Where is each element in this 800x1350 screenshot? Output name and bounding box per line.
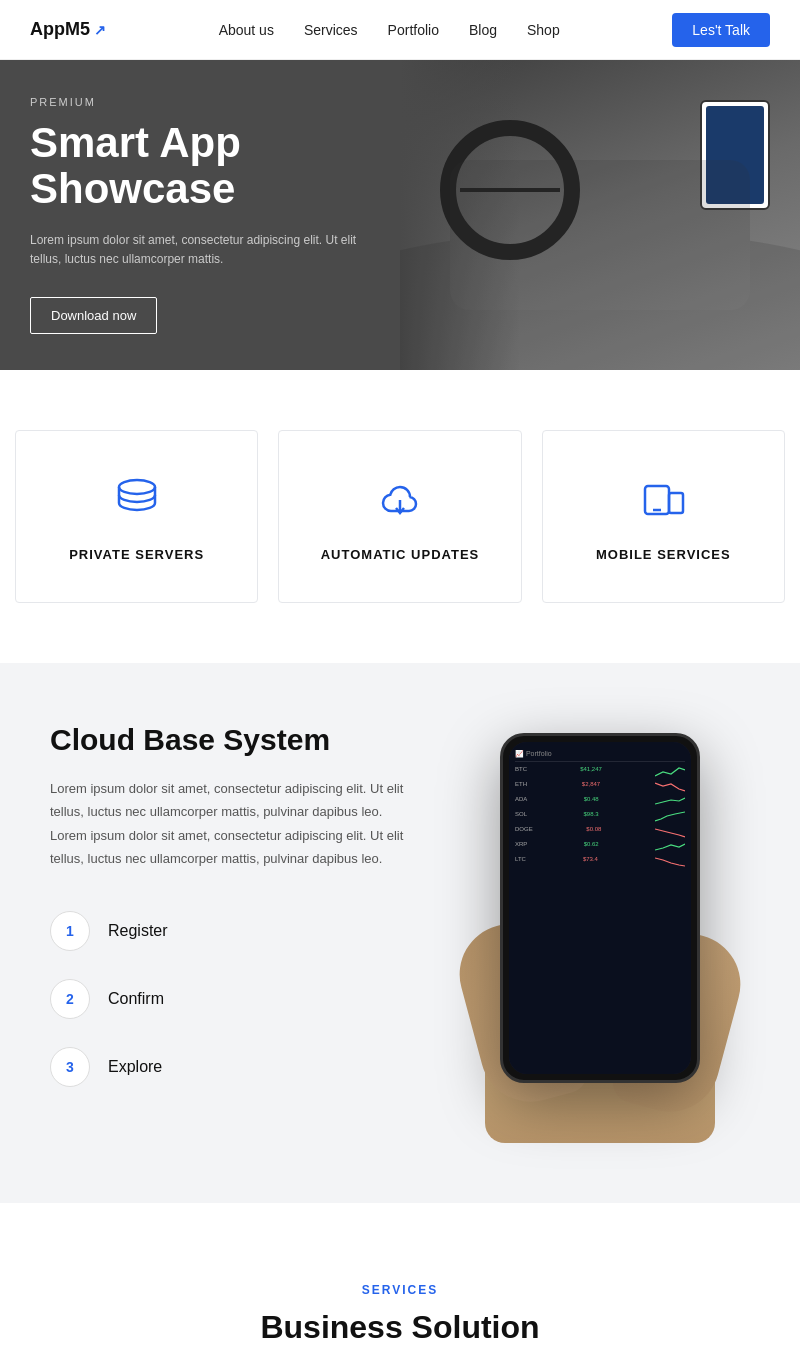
feature-card-mobile-services: MOBILE SERVICES (542, 430, 785, 603)
logo-text: AppM5 (30, 19, 90, 40)
services-title: Business Solution (30, 1309, 770, 1346)
cloud-download-icon (372, 471, 428, 527)
svg-rect-1 (450, 160, 750, 310)
step-2-label: Confirm (108, 990, 164, 1008)
step-2-number: 2 (50, 979, 90, 1019)
feature-card-private-servers: PRIVATE SERVERS (15, 430, 258, 603)
cloud-base-section: Cloud Base System Lorem ipsum dolor sit … (0, 663, 800, 1203)
feature-card-automatic-updates: AUTOMATIC UPDATES (278, 430, 521, 603)
nav-blog[interactable]: Blog (469, 22, 497, 38)
step-3-number: 3 (50, 1047, 90, 1087)
nav-portfolio[interactable]: Portfolio (388, 22, 439, 38)
hero-bg-svg (400, 60, 800, 370)
step-2: 2 Confirm (50, 979, 410, 1019)
nav-shop[interactable]: Shop (527, 22, 560, 38)
nav-cta-button[interactable]: Les't Talk (672, 13, 770, 47)
navbar: AppM5 ↗ About us Services Portfolio Blog… (0, 0, 800, 60)
nav-services[interactable]: Services (304, 22, 358, 38)
svg-point-2 (119, 480, 155, 494)
svg-rect-5 (669, 493, 683, 513)
hero-premium-label: PREMIUM (30, 96, 370, 108)
step-3-label: Explore (108, 1058, 162, 1076)
logo-arrow-icon: ↗ (94, 22, 106, 38)
step-1: 1 Register (50, 911, 410, 951)
hero-title: Smart App Showcase (30, 120, 370, 212)
services-section: SERVICES Business Solution Qualitative R… (0, 1223, 800, 1350)
cloud-description: Lorem ipsum dolor sit amet, consectetur … (50, 777, 410, 871)
step-1-label: Register (108, 922, 168, 940)
cloud-left-content: Cloud Base System Lorem ipsum dolor sit … (50, 723, 410, 1115)
feature-private-servers-label: PRIVATE SERVERS (69, 547, 204, 562)
step-1-number: 1 (50, 911, 90, 951)
database-icon (109, 471, 165, 527)
feature-automatic-updates-label: AUTOMATIC UPDATES (321, 547, 480, 562)
devices-icon (635, 471, 691, 527)
cloud-phone-image: 📈 Portfolio BTC $41,247 ETH $2,847 (450, 723, 750, 1143)
cloud-title: Cloud Base System (50, 723, 410, 757)
nav-about[interactable]: About us (219, 22, 274, 38)
features-section: PRIVATE SERVERS AUTOMATIC UPDATES MOBILE… (0, 390, 800, 643)
hero-description: Lorem ipsum dolor sit amet, consectetur … (30, 231, 370, 269)
hero-section: PREMIUM Smart App Showcase Lorem ipsum d… (0, 60, 800, 370)
hero-content: PREMIUM Smart App Showcase Lorem ipsum d… (0, 60, 400, 370)
hero-image (400, 60, 800, 370)
step-3: 3 Explore (50, 1047, 410, 1087)
nav-links: About us Services Portfolio Blog Shop (219, 22, 560, 38)
hero-download-button[interactable]: Download now (30, 297, 157, 334)
feature-mobile-services-label: MOBILE SERVICES (596, 547, 731, 562)
logo: AppM5 ↗ (30, 19, 106, 40)
services-label: SERVICES (30, 1283, 770, 1297)
